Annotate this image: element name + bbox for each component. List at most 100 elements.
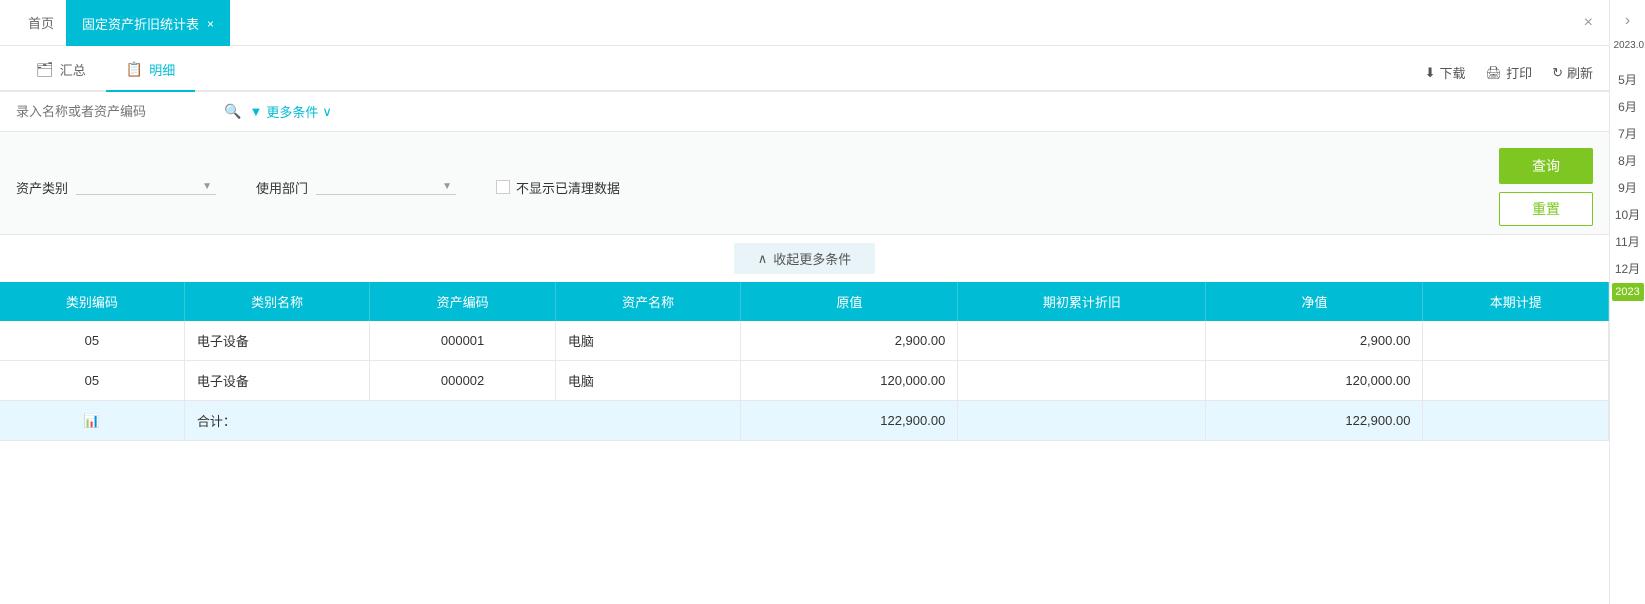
sidebar-month-6[interactable]: 6月 [1612,94,1644,119]
sidebar-month-7[interactable]: 7月 [1612,121,1644,146]
department-filter: 使用部门 ▼ [256,178,456,197]
sidebar-month-9[interactable]: 9月 [1612,175,1644,200]
collapse-button[interactable]: ∧ 收起更多条件 [734,243,876,274]
more-filter-button[interactable]: ▼ 更多条件 ∨ [249,102,331,121]
cell-accumulated-depreciation [958,321,1206,361]
download-label: 下载 [1440,63,1466,82]
cell-net-value: 2,900.00 [1206,321,1423,361]
window-close-button[interactable]: × [1584,14,1593,32]
cell-category-code: 05 [0,361,184,401]
sidebar-month-11[interactable]: 11月 [1612,229,1644,254]
asset-category-filter: 资产类别 ▼ [16,178,216,197]
cell-original-value: 120,000.00 [741,361,958,401]
col-category-code: 类别编码 [0,282,184,321]
filter-row: 资产类别 ▼ 使用部门 ▼ 不显示已清理数据 [16,148,1593,226]
collapse-bar: ∧ 收起更多条件 [0,235,1609,282]
hide-cleared-checkbox[interactable]: 不显示已清理数据 [496,178,620,197]
tab-summary-label: 汇总 [60,60,86,79]
cell-net-value: 120,000.00 [1206,361,1423,401]
filter-icon: ▼ [249,104,262,119]
sidebar-month-12[interactable]: 12月 [1612,256,1644,281]
department-label: 使用部门 [256,178,308,197]
subtotal-net-value: 122,900.00 [1206,401,1423,441]
chevron-up-icon: ∧ [758,251,768,267]
sidebar-month-10[interactable]: 10月 [1612,202,1644,227]
toolbar: ⬇ 下载 🖨 打印 ↻ 刷新 [1425,63,1593,90]
col-current-provision: 本期计提 [1423,282,1609,321]
active-tab-label: 固定资产折旧统计表 [82,14,199,33]
cell-category-name: 电子设备 [184,361,370,401]
asset-category-label: 资产类别 [16,178,68,197]
tabs-row: 🗂 汇总 📋 明细 ⬇ 下载 🖨 打印 ↻ [0,46,1609,92]
cell-current-provision [1423,321,1609,361]
table-row: 05 电子设备 000002 电脑 120,000.00 120,000.00 [0,361,1609,401]
layers-icon: 🗂 [36,61,54,78]
print-icon: 🖨 [1486,65,1503,81]
cell-current-provision [1423,361,1609,401]
cell-accumulated-depreciation [958,361,1206,401]
search-icon[interactable]: 🔍 [224,103,241,120]
print-label: 打印 [1506,63,1532,82]
sidebar-month-5[interactable]: 5月 [1612,67,1644,92]
col-asset-code: 资产编码 [370,282,556,321]
table-body: 05 电子设备 000001 电脑 2,900.00 2,900.00 05 电… [0,321,1609,441]
reset-button[interactable]: 重置 [1499,192,1593,226]
hide-cleared-label: 不显示已清理数据 [516,178,620,197]
tab-detail[interactable]: 📋 明细 [106,48,195,92]
department-arrow-icon: ▼ [442,181,452,192]
detail-icon: 📋 [126,61,143,78]
asset-category-select[interactable]: ▼ [76,179,216,195]
asset-category-arrow-icon: ▼ [202,181,212,192]
subtotal-original-value: 122,900.00 [741,401,958,441]
search-input[interactable] [16,104,216,119]
refresh-icon: ↻ [1552,65,1563,81]
top-nav: 首页 固定资产折旧统计表 × × [0,0,1609,46]
checkbox-icon [496,180,510,194]
table-header: 类别编码 类别名称 资产编码 资产名称 原值 期初累计折旧 净值 本期计提 [0,282,1609,321]
search-bar: 🔍 ▼ 更多条件 ∨ [0,92,1609,132]
tab-summary[interactable]: 🗂 汇总 [16,48,106,92]
col-accumulated-depreciation: 期初累计折旧 [958,282,1206,321]
subtotal-icon-cell: 📊 [0,401,184,441]
sidebar-expand-button[interactable]: › [1621,8,1634,34]
filter-actions: 查询 重置 [1499,148,1593,226]
col-original-value: 原值 [741,282,958,321]
table-row: 05 电子设备 000001 电脑 2,900.00 2,900.00 [0,321,1609,361]
cell-asset-code: 000002 [370,361,556,401]
cell-asset-code: 000001 [370,321,556,361]
department-select[interactable]: ▼ [316,179,456,195]
col-category-name: 类别名称 [184,282,370,321]
subtotal-row: 📊 合计： 122,900.00 122,900.00 [0,401,1609,441]
collapse-label: 收起更多条件 [773,249,851,268]
sidebar-month-8[interactable]: 8月 [1612,148,1644,173]
subtotal-label: 合计： [184,401,741,441]
right-sidebar: › 2023.01 5月 6月 7月 8月 9月 10月 11月 12月 202… [1609,0,1645,604]
chevron-down-icon: ∨ [322,104,332,120]
download-button[interactable]: ⬇ 下载 [1425,63,1466,82]
home-nav-item[interactable]: 首页 [16,13,66,32]
cell-original-value: 2,900.00 [741,321,958,361]
cell-asset-name: 电脑 [555,321,741,361]
active-tab: 固定资产折旧统计表 × [66,0,230,46]
filter-area: 资产类别 ▼ 使用部门 ▼ 不显示已清理数据 [0,132,1609,235]
tab-close-button[interactable]: × [207,17,214,31]
subtotal-current-provision [1423,401,1609,441]
col-net-value: 净值 [1206,282,1423,321]
tab-detail-label: 明细 [149,60,175,79]
tabs-left: 🗂 汇总 📋 明细 [16,46,195,90]
print-button[interactable]: 🖨 打印 [1486,63,1533,82]
refresh-button[interactable]: ↻ 刷新 [1552,63,1593,82]
query-button[interactable]: 查询 [1499,148,1593,184]
cell-category-name: 电子设备 [184,321,370,361]
download-icon: ⬇ [1425,65,1436,81]
more-filter-label: 更多条件 [266,102,318,121]
data-table: 类别编码 类别名称 资产编码 资产名称 原值 期初累计折旧 净值 本期计提 05… [0,282,1609,441]
content-wrapper: 🗂 汇总 📋 明细 ⬇ 下载 🖨 打印 ↻ [0,46,1609,604]
refresh-label: 刷新 [1567,63,1593,82]
cell-category-code: 05 [0,321,184,361]
sidebar-year-label[interactable]: 2023 [1612,283,1644,301]
table-container: 类别编码 类别名称 资产编码 资产名称 原值 期初累计折旧 净值 本期计提 05… [0,282,1609,604]
cell-asset-name: 电脑 [555,361,741,401]
subtotal-accumulated-depreciation [958,401,1206,441]
sidebar-date-label: 2023.01 [1612,36,1644,55]
